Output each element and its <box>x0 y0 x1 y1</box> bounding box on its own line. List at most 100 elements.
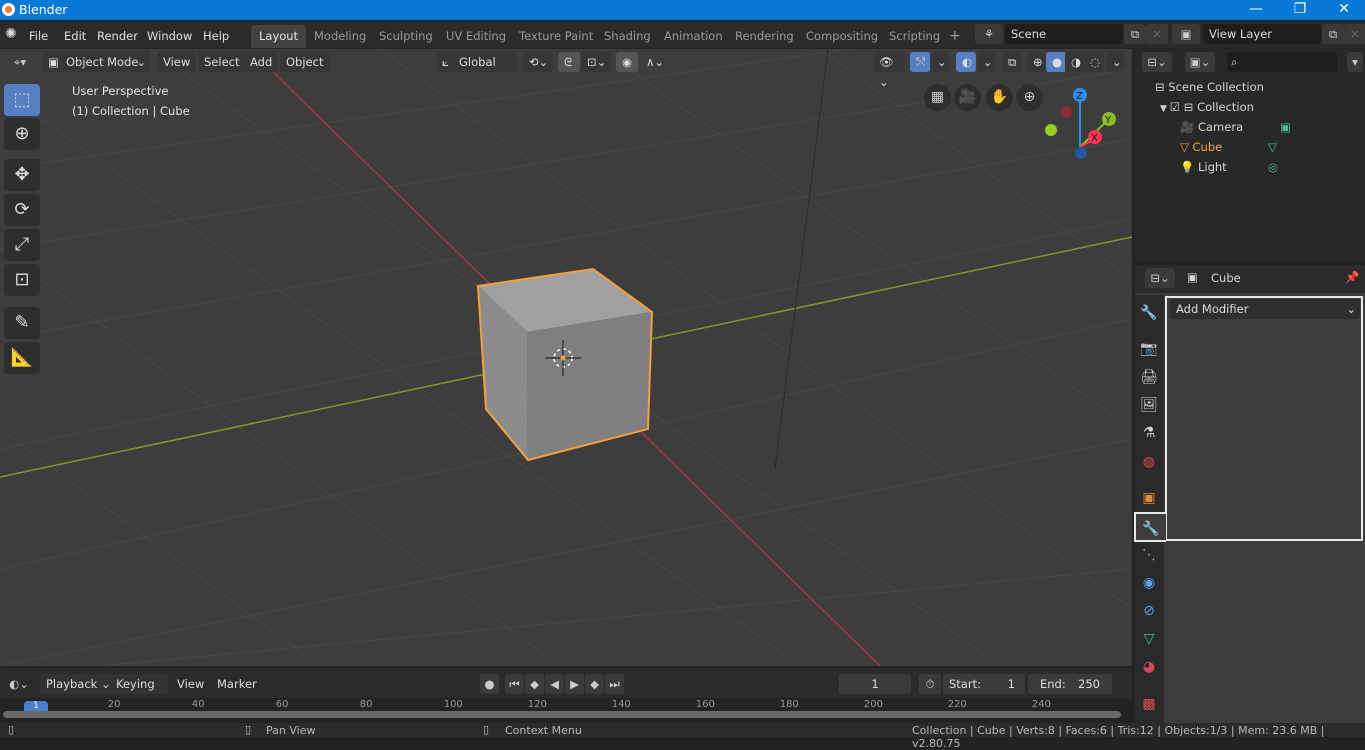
orientation-dropdown[interactable]: ⟀ Global <box>437 52 517 72</box>
close-button[interactable]: ✕ <box>1321 0 1365 20</box>
blender-menu-icon[interactable]: ✺ <box>5 26 17 42</box>
outliner-row-collection[interactable]: ▼ ☑ ⊟ Collection👁 <box>1135 97 1365 117</box>
overlay-toggle-icon[interactable]: ◐ <box>956 52 976 72</box>
render-tab-icon[interactable]: 📷 <box>1137 337 1161 361</box>
tab-modeling[interactable]: Modeling <box>306 25 374 48</box>
menu-edit[interactable]: Edit <box>58 26 92 46</box>
outliner-row-light[interactable]: 💡 Light◎👁 <box>1135 157 1365 177</box>
pan-hand-icon[interactable]: ✋ <box>986 84 1013 111</box>
tool-tab-icon[interactable]: 🔧 <box>1137 301 1161 325</box>
cursor-tool-icon[interactable]: ⊕ <box>4 118 40 150</box>
tab-scripting[interactable]: Scripting <box>881 25 948 48</box>
rendered-shading-icon[interactable]: ◌ <box>1084 52 1104 72</box>
select-box-tool-icon[interactable]: ⬚ <box>4 84 40 116</box>
texture-tab-icon[interactable]: ▩ <box>1137 692 1161 716</box>
outliner-row-cube[interactable]: ▽ Cube▽👁 <box>1135 137 1365 157</box>
particles-tab-icon[interactable]: ⋱ <box>1137 543 1161 567</box>
solid-shading-icon[interactable]: ● <box>1046 52 1066 72</box>
toggle-grid-icon[interactable]: ▦ <box>924 84 951 111</box>
light-data-icon[interactable]: ◎ <box>1268 157 1278 177</box>
tab-uv-editing[interactable]: UV Editing <box>438 25 514 48</box>
menu-help[interactable]: Help <box>197 26 235 46</box>
camera-data-icon[interactable]: ▣ <box>1280 117 1291 137</box>
timeline-view-menu[interactable]: View <box>171 674 210 694</box>
view-layer-tab-icon[interactable]: 🖼 <box>1137 393 1161 417</box>
view-layer-name-field[interactable]: View Layer <box>1203 24 1321 44</box>
material-shading-icon[interactable]: ◑ <box>1065 52 1085 72</box>
scene-tab-icon[interactable]: ⚗ <box>1137 421 1161 445</box>
scene-selector-icon[interactable]: ⚘ <box>975 24 1003 44</box>
tab-texture-paint[interactable]: Texture Paint <box>511 25 601 48</box>
snap-target-icon[interactable]: ⊡⌄ <box>581 52 611 72</box>
object-tab-icon[interactable]: ▣ <box>1137 486 1161 510</box>
delete-view-layer-icon[interactable]: ✕ <box>1344 24 1365 44</box>
constraints-tab-icon[interactable]: ⊘ <box>1137 599 1161 623</box>
stopwatch-icon[interactable]: ⏱ <box>919 674 941 694</box>
menu-window[interactable]: Window <box>141 26 198 46</box>
gizmo-dropdown-icon[interactable]: ⌄ <box>931 52 949 72</box>
menu-object[interactable]: Object <box>280 52 330 72</box>
scene-collection-row[interactable]: ⊟ Scene Collection <box>1135 77 1365 97</box>
end-frame-field[interactable]: End: 250 <box>1028 674 1112 694</box>
world-tab-icon[interactable]: ◍ <box>1137 450 1161 474</box>
measure-tool-icon[interactable]: 📐 <box>4 342 40 374</box>
display-mode-icon[interactable]: ⊟⌄ <box>1142 52 1172 72</box>
move-tool-icon[interactable]: ✥ <box>4 159 40 191</box>
outliner-row-camera[interactable]: 🎥 Camera▣👁 <box>1135 117 1365 137</box>
tab-rendering[interactable]: Rendering <box>727 25 802 48</box>
proportional-edit-icon[interactable]: ◉ <box>616 52 638 72</box>
jump-start-icon[interactable]: ⏮ <box>505 674 524 694</box>
delete-scene-icon[interactable]: ✕ <box>1146 24 1168 44</box>
pin-icon[interactable]: 📌 <box>1345 270 1359 284</box>
marker-menu[interactable]: Marker <box>211 674 263 694</box>
editor-type-icon[interactable]: ⌖▾ <box>4 52 36 72</box>
mode-dropdown[interactable]: ▣ Object Mode ⌄ <box>42 52 150 72</box>
add-modifier-dropdown[interactable]: Add Modifier ⌄ <box>1170 299 1360 319</box>
shading-dropdown-icon[interactable]: ⌄ <box>1106 52 1124 72</box>
material-tab-icon[interactable]: ◕ <box>1137 655 1161 679</box>
timeline-editor-type-icon[interactable]: ◐⌄ <box>4 674 34 694</box>
3d-viewport[interactable]: Z Y X <box>0 49 1132 666</box>
transform-tool-icon[interactable]: ⊡ <box>4 264 40 296</box>
physics-tab-icon[interactable]: ◉ <box>1137 571 1161 595</box>
menu-file[interactable]: File <box>23 26 54 46</box>
xray-toggle-icon[interactable]: ⧉ <box>1002 52 1022 72</box>
next-keyframe-icon[interactable]: ◆ <box>585 674 604 694</box>
mesh-data-icon[interactable]: ▽ <box>1268 137 1277 157</box>
visibility-dropdown-icon[interactable]: 👁⌄ <box>873 52 905 89</box>
new-scene-icon[interactable]: ⧉ <box>1124 24 1146 44</box>
output-tab-icon[interactable]: 🖨 <box>1137 365 1161 389</box>
filter-icon[interactable]: ▾ <box>1347 52 1363 72</box>
tab-sculpting[interactable]: Sculpting <box>371 25 441 48</box>
prev-keyframe-icon[interactable]: ◆ <box>525 674 544 694</box>
rotate-tool-icon[interactable]: ⟳ <box>4 194 40 226</box>
add-workspace-button[interactable]: + <box>941 25 969 48</box>
overlay-dropdown-icon[interactable]: ⌄ <box>977 52 995 72</box>
filter-view-layer-icon[interactable]: ▣⌄ <box>1185 52 1215 72</box>
jump-end-icon[interactable]: ⏭ <box>605 674 624 694</box>
pivot-dropdown-icon[interactable]: ⟲⌄ <box>523 52 553 72</box>
falloff-icon[interactable]: ∧⌄ <box>640 52 670 72</box>
scene-name-field[interactable]: Scene <box>1005 24 1123 44</box>
play-reverse-icon[interactable]: ◀ <box>545 674 564 694</box>
annotate-tool-icon[interactable]: ✎ <box>4 307 40 339</box>
outliner-search-input[interactable]: ⌕ <box>1227 52 1337 72</box>
start-frame-field[interactable]: Start: 1 <box>943 674 1025 694</box>
menu-render[interactable]: Render <box>91 26 144 46</box>
navigation-gizmo[interactable]: Z Y X <box>1045 88 1116 159</box>
record-button-icon[interactable]: ● <box>480 674 499 694</box>
menu-view[interactable]: View <box>157 52 197 72</box>
data-tab-icon[interactable]: ▽ <box>1137 627 1161 651</box>
camera-view-icon[interactable]: 🎥 <box>954 84 981 111</box>
current-frame-field[interactable]: 1 <box>839 674 911 694</box>
wireframe-shading-icon[interactable]: ⊕ <box>1027 52 1047 72</box>
scale-tool-icon[interactable]: ⤢ <box>4 229 40 261</box>
properties-editor-type-icon[interactable]: ⊟⌄ <box>1145 268 1175 288</box>
snap-toggle-icon[interactable]: ᘓ <box>558 52 580 72</box>
tab-compositing[interactable]: Compositing <box>798 25 886 48</box>
modifiers-tab-icon[interactable]: 🔧 <box>1134 512 1166 542</box>
maximize-button[interactable]: ❐ <box>1277 0 1323 20</box>
cube-object[interactable] <box>476 267 654 462</box>
tab-shading[interactable]: Shading <box>596 25 659 48</box>
play-icon[interactable]: ▶ <box>565 674 584 694</box>
